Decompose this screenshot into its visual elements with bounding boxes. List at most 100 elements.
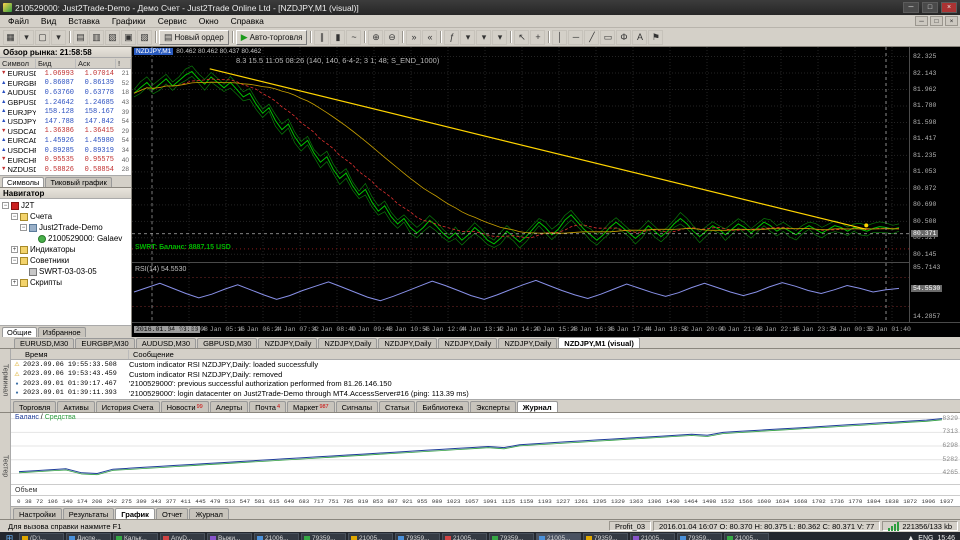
new-chart-arrow[interactable]: ▾ [19,29,34,45]
menu-item-5[interactable]: Окно [193,16,225,26]
taskbar-button[interactable]: (D:\... [19,533,64,540]
navigator-item[interactable]: − Счета [0,211,131,222]
chart-shift-button[interactable]: « [422,29,438,45]
crosshair-button[interactable]: + [530,29,546,45]
menu-item-6[interactable]: Справка [225,16,270,26]
new-chart-button[interactable]: ▦ [3,29,18,45]
taskbar-button[interactable]: 79359... [301,533,346,540]
mdi-close-button[interactable]: × [945,16,958,26]
templates-arrow[interactable]: ▾ [492,29,508,45]
fibonacci-button[interactable]: Φ [616,29,632,45]
tester-balance-graph[interactable]: Баланс / Средства 8329 7313 6298 5282 4265 [11,413,960,485]
journal-row[interactable]: ⚠ 2023.09.06 19:55:33.508 Custom indicator… [11,360,960,370]
taskbar-button[interactable]: Выжи... [207,533,252,540]
expand-plus-icon[interactable]: + [11,246,18,253]
taskbar-button[interactable]: 21005... [724,533,769,540]
trendline-button[interactable]: ╱ [584,29,600,45]
tray-item-0[interactable]: ▲ [907,535,914,540]
terminal-tab-0[interactable]: Торговля [13,401,57,412]
market-watch-row[interactable]: ▼ NZDUSD 0.58826 0.58854 28 [0,165,131,175]
chart-window[interactable]: 82.325 82.143 81.962 81.780 81.598 81.417 81.2… [132,47,960,337]
navigator-tab-1[interactable]: Избранное [37,327,86,337]
taskbar-button[interactable]: 79359... [395,533,440,540]
journal-row[interactable]: ● 2023.09.01 01:39:11.393 '2100529000': lo… [11,389,960,399]
zoom-in-button[interactable]: ⊕ [368,29,384,45]
terminal-tab-9[interactable]: Библиотека [416,401,470,412]
candlestick-button[interactable]: ▮ [330,29,346,45]
indicators-arrow[interactable]: ▾ [460,29,476,45]
market-watch-tab-0[interactable]: Символы [2,177,45,187]
chart-tab-5[interactable]: NZDJPY,Daily [318,338,378,348]
expand-minus-icon[interactable]: − [11,213,18,220]
taskbar-button[interactable]: 21005... [630,533,675,540]
market-watch-row[interactable]: ▼ EURUSD 1.06993 1.07014 21 [0,69,131,79]
column-time[interactable]: Время [11,349,129,359]
market-watch-row[interactable]: ▲ EURJPY 158.128 158.167 39 [0,107,131,117]
taskbar-button[interactable]: 21005... [348,533,393,540]
mdi-minimize-button[interactable]: ─ [915,16,928,26]
channel-button[interactable]: ▭ [600,29,616,45]
menu-item-2[interactable]: Вставка [62,16,106,26]
arrows-button[interactable]: ⚑ [648,29,664,45]
market-watch-row[interactable]: ▼ USDCAD 1.36386 1.36415 29 [0,127,131,137]
terminal-tab-7[interactable]: Сигналы [335,401,379,412]
horizontal-line-button[interactable]: ─ [568,29,584,45]
terminal-toggle[interactable]: ▣ [121,29,136,45]
tester-tab-0[interactable]: Настройки [13,508,62,519]
tray-item-2[interactable]: 15:46 [937,535,955,540]
indicators-button[interactable]: ƒ [444,29,460,45]
menu-item-3[interactable]: Графики [106,16,152,26]
market-watch-row[interactable]: ▲ EURGBP 0.86087 0.86139 52 [0,79,131,89]
tester-tab-3[interactable]: Отчет [155,508,189,519]
column-bid[interactable]: Бид [36,58,76,68]
navigator-item[interactable]: − Советники [0,255,131,266]
data-window-toggle[interactable]: ▥ [89,29,104,45]
menu-item-0[interactable]: Файл [2,16,35,26]
periods-arrow[interactable]: ▾ [476,29,492,45]
navigator-item[interactable]: + Индикаторы [0,244,131,255]
journal-row[interactable]: ● 2023.09.01 01:39:17.467 '2100529000': pr… [11,379,960,389]
column-spread[interactable]: ! [116,58,131,68]
mdi-restore-button[interactable]: □ [930,16,943,26]
market-watch-row[interactable]: ▲ AUDUSD 0.63760 0.63778 18 [0,88,131,98]
taskbar-button[interactable]: 21006... [254,533,299,540]
chart-tab-1[interactable]: EURGBP,M30 [75,338,135,348]
profiles-button[interactable]: ▢ [35,29,50,45]
start-button[interactable]: ⊞ [2,533,17,540]
terminal-tab-10[interactable]: Эксперты [470,401,516,412]
chart-tab-6[interactable]: NZDJPY,Daily [378,338,438,348]
navigator-item[interactable]: − Just2Trade-Demo [0,222,131,233]
column-message[interactable]: Сообщение [129,350,960,359]
bar-chart-button[interactable]: ∥ [314,29,330,45]
taskbar-button[interactable]: 79359... [677,533,722,540]
terminal-tab-6[interactable]: Маркет 987 [287,401,335,412]
tester-tab-2[interactable]: График [115,508,155,519]
auto-scroll-button[interactable]: » [406,29,422,45]
text-button[interactable]: A [632,29,648,45]
terminal-tab-4[interactable]: Алерты [209,401,249,412]
expand-minus-icon[interactable]: − [2,202,9,209]
strategy-tester-toggle[interactable]: ▨ [137,29,152,45]
zoom-out-button[interactable]: ⊖ [384,29,400,45]
close-button[interactable]: × [941,2,957,13]
chart-tab-3[interactable]: GBPUSD,M30 [197,338,258,348]
terminal-tab-1[interactable]: Активы [57,401,95,412]
chart-tab-8[interactable]: NZDJPY,Daily [498,338,558,348]
new-order-button[interactable]: ▤ Новый ордер [159,29,229,45]
column-ask[interactable]: Аск [76,58,116,68]
navigator-item[interactable]: SWRT-03-03-05 [0,266,131,277]
maximize-button[interactable]: □ [922,2,938,13]
market-watch-row[interactable]: ▲ USDJPY 147.788 147.842 54 [0,117,131,127]
navigator-item[interactable]: + Скрипты [0,277,131,288]
journal-row[interactable]: ⚠ 2023.09.06 19:53:43.459 Custom indicator… [11,370,960,380]
tester-tab-1[interactable]: Результаты [62,508,115,519]
market-watch-tab-1[interactable]: Тиковый график [45,177,112,187]
terminal-tab-8[interactable]: Статьи [379,401,416,412]
expand-minus-icon[interactable]: − [11,257,18,264]
navigator-item[interactable]: − J2T [0,200,131,211]
taskbar-button[interactable]: 21005... [536,533,581,540]
expand-minus-icon[interactable]: − [20,224,27,231]
menu-item-1[interactable]: Вид [35,16,62,26]
tray-item-1[interactable]: ENG [918,535,933,540]
tester-tab-4[interactable]: Журнал [189,508,229,519]
